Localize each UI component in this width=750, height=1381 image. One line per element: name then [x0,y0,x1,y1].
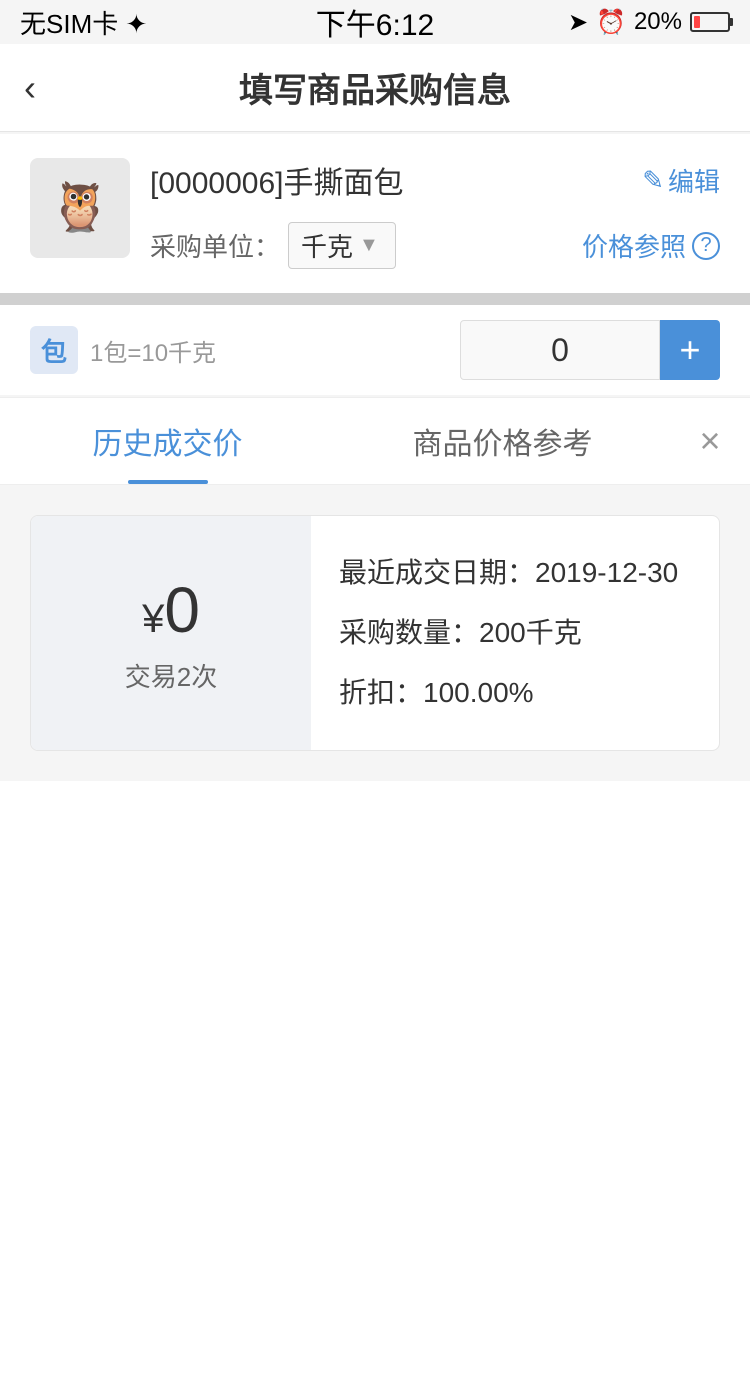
discount-value: 100.00% [423,677,534,708]
empty-space [0,781,750,1381]
history-content: ¥0 交易2次 最近成交日期：2019-12-30 采购数量：200千克 折扣：… [0,485,750,781]
quantity-input[interactable] [460,320,660,380]
discount-row: 折扣：100.00% [339,672,691,714]
status-bar: 无SIM卡 ✦ 下午6:12 ➤ ⏰ 20% [0,0,750,44]
product-unit-row: 采购单位： 千克 ▼ 价格参照 ? [150,222,720,269]
status-right: ➤ ⏰ 20% [568,8,730,37]
product-thumbnail-icon: 🦉 [50,184,110,232]
purchase-qty-row: 采购数量：200千克 [339,612,691,654]
product-image: 🦉 [30,158,130,258]
recent-date-label: 最近成交日期： [339,557,535,588]
quantity-label-group: 包 1包=10千克 [30,326,216,374]
location-icon: ➤ [568,8,588,37]
tab-price-reference[interactable]: 商品价格参考 [335,398,670,484]
quantity-row: 包 1包=10千克 + [0,305,750,395]
product-header: [0000006]手撕面包 ✎ 编辑 [150,158,720,202]
chevron-down-icon: ▼ [359,234,379,257]
edit-icon: ✎ [642,165,664,196]
product-name: [0000006]手撕面包 [150,158,403,202]
edit-button[interactable]: ✎ 编辑 [642,162,720,199]
tab-bar: 历史成交价 商品价格参考 × [0,397,750,485]
discount-label: 折扣： [339,677,423,708]
unit-select-dropdown[interactable]: 千克 ▼ [288,222,396,269]
quantity-unit-hint: 1包=10千克 [90,333,216,368]
amount-value: 0 [164,574,200,646]
tab-close-button[interactable]: × [670,420,750,462]
battery-percent: 20% [634,8,682,36]
price-card-left: ¥0 交易2次 [31,516,311,750]
section-divider [0,293,750,305]
page-title: 填写商品采购信息 [239,63,511,112]
nav-bar: ‹ 填写商品采购信息 [0,44,750,132]
status-time: 下午6:12 [316,0,434,44]
quantity-input-group: + [460,320,720,380]
price-reference-button[interactable]: 价格参照 ? [582,227,720,264]
info-icon: ? [692,232,720,260]
product-info: [0000006]手撕面包 ✎ 编辑 采购单位： 千克 ▼ 价格参照 ? [150,158,720,269]
quantity-plus-button[interactable]: + [660,320,720,380]
product-card: 🦉 [0000006]手撕面包 ✎ 编辑 采购单位： 千克 ▼ 价格参照 ? [0,134,750,293]
quantity-unit-box: 包 [30,326,78,374]
price-card: ¥0 交易2次 最近成交日期：2019-12-30 采购数量：200千克 折扣：… [30,515,720,751]
battery-indicator [690,12,730,32]
recent-date-row: 最近成交日期：2019-12-30 [339,552,691,594]
price-ref-label: 价格参照 [582,227,686,264]
purchase-qty-label: 采购数量： [339,617,479,648]
back-button[interactable]: ‹ [24,67,36,109]
status-left: 无SIM卡 ✦ [20,4,147,41]
recent-date-value: 2019-12-30 [535,557,678,588]
unit-label: 采购单位： [150,227,280,264]
price-card-right: 最近成交日期：2019-12-30 采购数量：200千克 折扣：100.00% [311,516,719,750]
purchase-qty-value: 200千克 [479,617,582,648]
currency-symbol: ¥ [142,597,164,641]
unit-value: 千克 [301,227,353,264]
trade-count: 交易2次 [125,657,217,694]
tab-active-indicator [128,480,208,484]
price-amount: ¥0 [142,572,200,649]
carrier-text: 无SIM卡 ✦ [20,4,147,41]
alarm-icon: ⏰ [596,8,626,37]
tab-history-price[interactable]: 历史成交价 [0,398,335,484]
